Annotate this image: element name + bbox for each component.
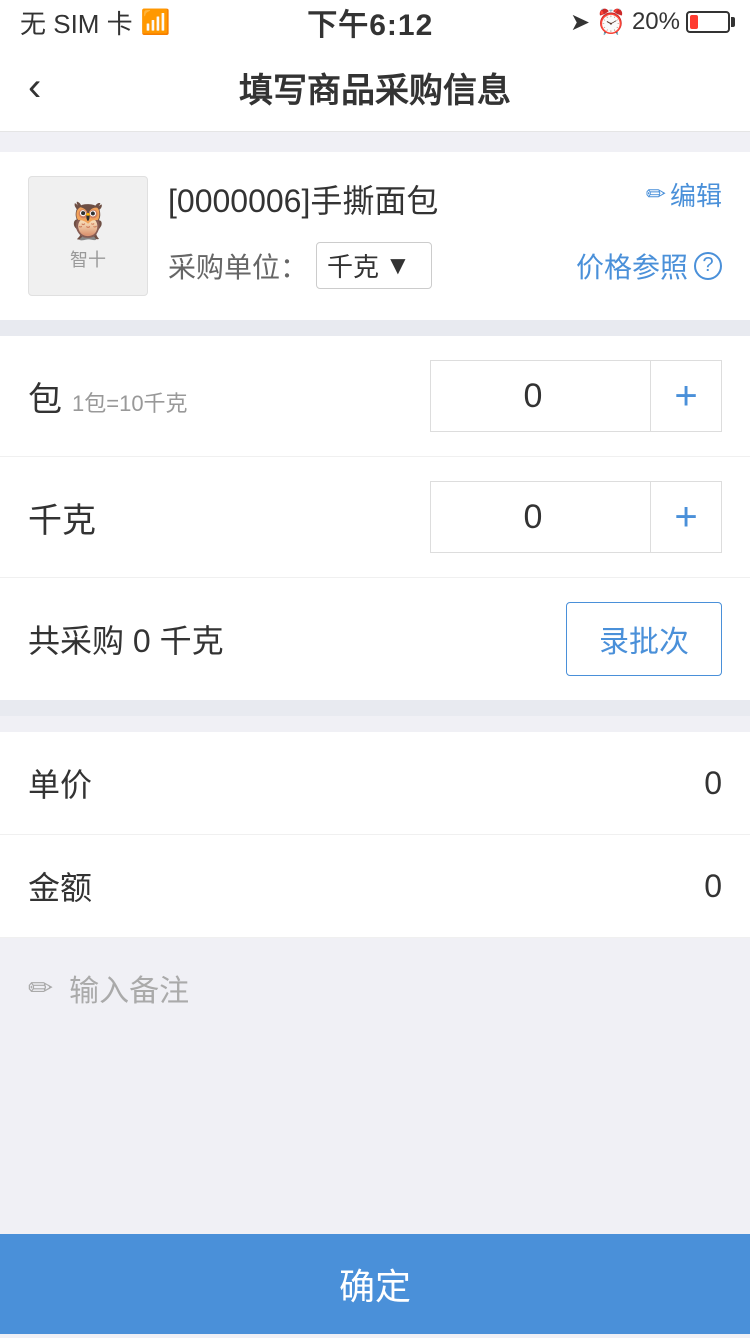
- confirm-button[interactable]: 确定: [0, 1234, 750, 1334]
- product-info: [0000006]手撕面包 ✏ 编辑 采购单位： 千克 ▼ 价格参照 ?: [168, 176, 722, 289]
- status-bar: 无 SIM 卡 📶 下午6:12 ➤ ⏰ 20%: [0, 0, 750, 44]
- dropdown-arrow-icon: ▼: [385, 250, 411, 281]
- back-button[interactable]: ‹: [28, 65, 41, 110]
- edit-button[interactable]: ✏ 编辑: [646, 176, 722, 213]
- pencil-icon: ✏: [28, 971, 53, 1006]
- summary-text: 共采购 0 千克: [28, 616, 224, 662]
- product-unit-row: 采购单位： 千克 ▼ 价格参照 ?: [168, 242, 722, 289]
- divider-2: [0, 700, 750, 716]
- divider-1: [0, 320, 750, 336]
- product-id: [0000006]: [168, 183, 310, 219]
- summary-row: 共采购 0 千克 录批次: [0, 578, 750, 700]
- product-logo: 🦉: [66, 200, 111, 242]
- alarm-icon: ⏰: [596, 8, 626, 37]
- back-arrow-icon: ‹: [28, 65, 41, 110]
- unit-price-row: 单价 0: [0, 732, 750, 835]
- bag-sub-label: 1包=10千克: [72, 386, 188, 418]
- amount-row: 金额 0: [0, 835, 750, 938]
- edit-icon: ✏: [646, 180, 666, 209]
- product-title-row: [0000006]手撕面包 ✏ 编辑: [168, 176, 722, 222]
- bag-controls: +: [188, 360, 722, 432]
- product-name: [0000006]手撕面包: [168, 176, 438, 222]
- battery-icon: [686, 11, 730, 33]
- unit-value: 千克: [327, 247, 379, 284]
- unit-price-value: 0: [704, 765, 722, 802]
- bag-quantity-input[interactable]: [430, 360, 650, 432]
- status-time: 下午6:12: [307, 0, 433, 44]
- product-card: 🦉 智十 [0000006]手撕面包 ✏ 编辑 采购单位： 千克 ▼ 价格参照: [0, 152, 750, 320]
- help-icon: ?: [694, 252, 722, 280]
- page-title: 填写商品采购信息: [239, 63, 511, 112]
- price-ref-label: 价格参照: [576, 246, 688, 286]
- unit-select[interactable]: 千克 ▼: [316, 242, 432, 289]
- product-logo-text: 智十: [70, 246, 106, 272]
- price-ref-button[interactable]: 价格参照 ?: [576, 246, 722, 286]
- amount-value: 0: [704, 868, 722, 905]
- kg-plus-button[interactable]: +: [650, 481, 722, 553]
- kg-controls: +: [188, 481, 722, 553]
- kg-label: 千克: [28, 493, 188, 542]
- battery-percent: 20%: [632, 8, 680, 36]
- kg-quantity-input[interactable]: [430, 481, 650, 553]
- nav-bar: ‹ 填写商品采购信息: [0, 44, 750, 132]
- plus-icon-2: +: [674, 495, 697, 540]
- location-icon: ➤: [570, 8, 590, 37]
- bag-input-row: 包 1包=10千克 +: [0, 336, 750, 457]
- wifi-icon: 📶: [141, 8, 171, 37]
- kg-input-row: 千克 +: [0, 457, 750, 578]
- amount-label: 金额: [28, 863, 92, 909]
- status-right: ➤ ⏰ 20%: [570, 8, 730, 37]
- notes-section[interactable]: ✏ 输入备注: [0, 938, 750, 1038]
- bag-label: 包 1包=10千克: [28, 372, 188, 421]
- unit-label: 采购单位： 千克 ▼: [168, 242, 432, 289]
- bag-plus-button[interactable]: +: [650, 360, 722, 432]
- unit-price-label: 单价: [28, 760, 92, 806]
- input-section: 包 1包=10千克 + 千克 +: [0, 336, 750, 578]
- product-image: 🦉 智十: [28, 176, 148, 296]
- notes-placeholder: 输入备注: [69, 966, 189, 1010]
- price-detail-section: 单价 0 金额 0: [0, 732, 750, 938]
- sim-status: 无 SIM 卡: [20, 4, 133, 41]
- record-batch-button[interactable]: 录批次: [566, 602, 722, 676]
- status-left: 无 SIM 卡 📶: [20, 4, 171, 41]
- edit-label: 编辑: [670, 176, 722, 213]
- plus-icon: +: [674, 374, 697, 419]
